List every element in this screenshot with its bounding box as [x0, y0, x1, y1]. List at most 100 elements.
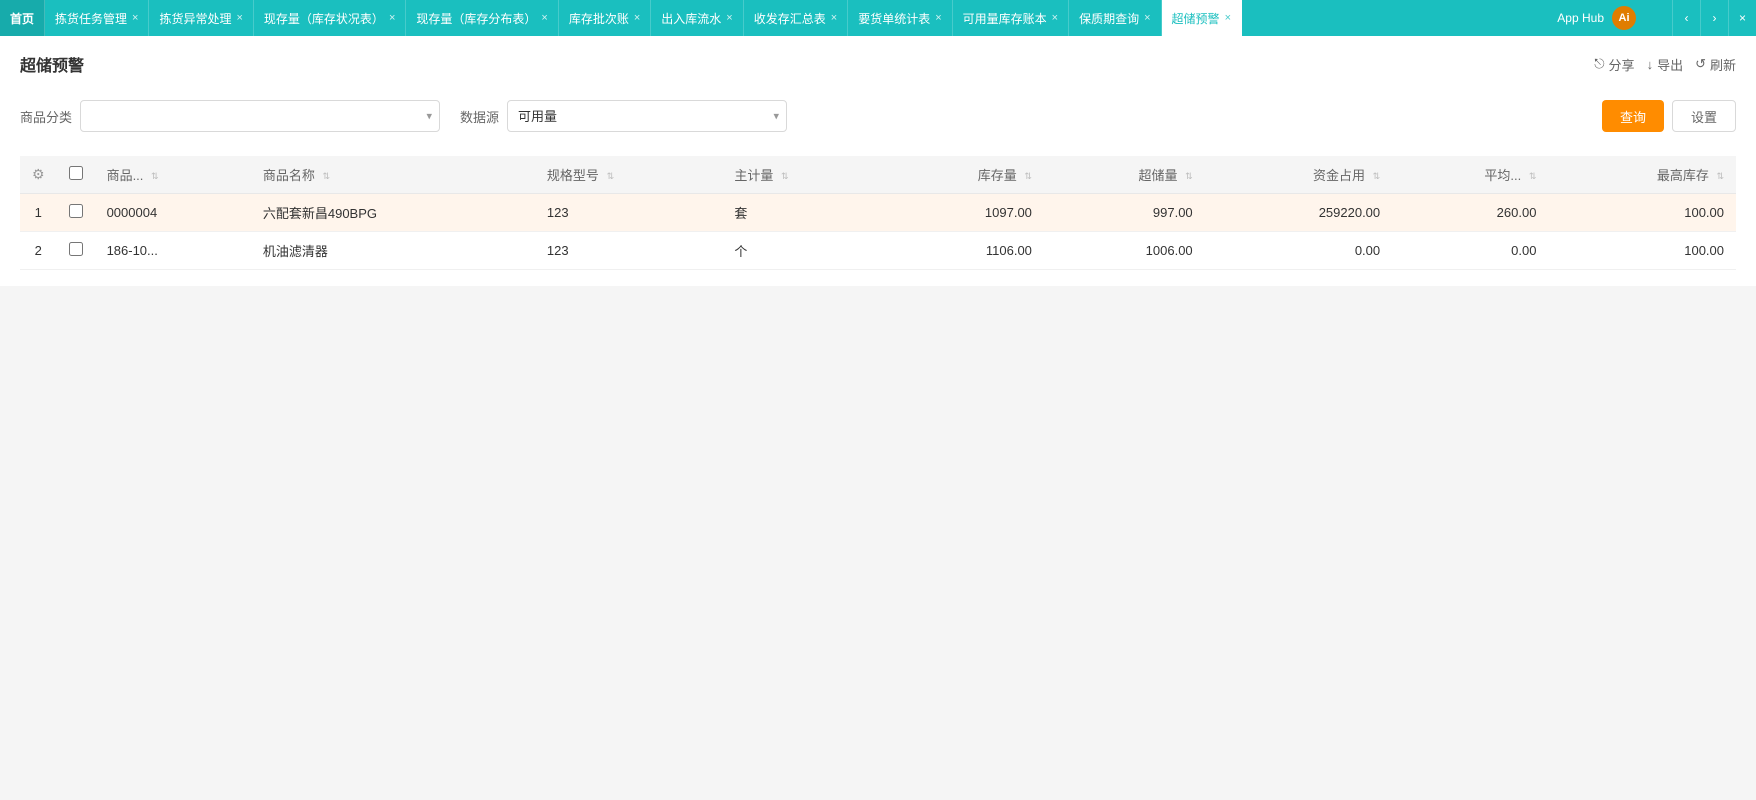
nav-item-picking-task[interactable]: 拣货任务管理 ×	[45, 0, 149, 36]
nav-item-label: 可用量库存账本	[963, 10, 1047, 27]
sort-avg-icon: ⇅	[1529, 172, 1537, 181]
nav-prev-arrow[interactable]: ‹	[1672, 0, 1700, 36]
nav-item-label: 首页	[10, 10, 34, 27]
col-unit[interactable]: 主计量 ⇅	[722, 156, 883, 194]
share-icon: ⎋	[1594, 56, 1604, 72]
table-row: 2 186-10... 机油滤清器 123 个 1106.00 1006.00 …	[20, 232, 1736, 270]
datasource-select[interactable]: 可用量	[507, 100, 787, 132]
nav-arrows: ‹ › ×	[1672, 0, 1756, 36]
row-capital: 259220.00	[1205, 194, 1392, 232]
nav-item-close-icon[interactable]: ×	[726, 12, 732, 24]
row-checkbox-cell	[57, 232, 95, 270]
datasource-select-wrapper: 可用量 ▾	[507, 100, 787, 132]
col-max-stock[interactable]: 最高库存 ⇅	[1548, 156, 1736, 194]
nav-item-label: 现存量（库存分布表）	[416, 10, 536, 27]
col-item-name[interactable]: 商品名称 ⇅	[251, 156, 535, 194]
nav-item-label: 收发存汇总表	[754, 10, 826, 27]
nav-item-inventory-status[interactable]: 现存量（库存状况表） ×	[254, 0, 406, 36]
avatar[interactable]: Ai	[1612, 6, 1636, 30]
nav-item-close-icon[interactable]: ×	[1052, 12, 1058, 24]
nav-item-close-icon[interactable]: ×	[634, 12, 640, 24]
row-item-name: 六配套新昌490BPG	[251, 194, 535, 232]
table-row: 1 0000004 六配套新昌490BPG 123 套 1097.00 997.…	[20, 194, 1736, 232]
refresh-icon: ↺	[1695, 56, 1706, 72]
row-stock: 1106.00	[883, 232, 1044, 270]
nav-item-order-stats[interactable]: 要货单统计表 ×	[848, 0, 952, 36]
nav-item-overstock-warning[interactable]: 超储预警×	[1162, 0, 1242, 36]
nav-item-close-icon[interactable]: ×	[935, 12, 941, 24]
nav-item-close-icon[interactable]: ×	[132, 12, 138, 24]
nav-item-label: 保质期查询	[1079, 10, 1139, 27]
row-unit: 个	[722, 232, 883, 270]
category-select[interactable]	[80, 100, 440, 132]
row-stock: 1097.00	[883, 194, 1044, 232]
nav-next-arrow[interactable]: ›	[1700, 0, 1728, 36]
row-avg: 260.00	[1392, 194, 1548, 232]
nav-item-inventory-dist[interactable]: 现存量（库存分布表） ×	[406, 0, 558, 36]
filter-actions: 查询 设置	[1602, 100, 1736, 132]
nav-item-expiry-query[interactable]: 保质期查询 ×	[1069, 0, 1161, 36]
nav-item-summary-table[interactable]: 收发存汇总表 ×	[744, 0, 848, 36]
row-item-name: 机油滤清器	[251, 232, 535, 270]
header-actions: ⎋ 分享 ↓ 导出 ↺ 刷新	[1594, 55, 1736, 74]
nav-item-label: 拣货任务管理	[55, 10, 127, 27]
category-filter-group: 商品分类 ▾	[20, 100, 440, 132]
sort-overstock-icon: ⇅	[1185, 172, 1193, 181]
nav-item-batch-account[interactable]: 库存批次账 ×	[559, 0, 651, 36]
row-checkbox-cell	[57, 194, 95, 232]
row-checkbox[interactable]	[69, 204, 83, 218]
col-item-code[interactable]: 商品... ⇅	[95, 156, 251, 194]
row-index: 2	[20, 232, 57, 270]
share-action[interactable]: ⎋ 分享	[1594, 55, 1634, 74]
nav-item-label: 现存量（库存状况表）	[264, 10, 384, 27]
row-unit: 套	[722, 194, 883, 232]
select-all-checkbox[interactable]	[69, 166, 83, 180]
row-item-code: 0000004	[95, 194, 251, 232]
nav-item-inout-flow[interactable]: 出入库流水×	[651, 0, 743, 36]
refresh-action[interactable]: ↺ 刷新	[1695, 55, 1736, 74]
nav-item-available-inventory[interactable]: 可用量库存账本 ×	[953, 0, 1069, 36]
col-settings: ⚙	[20, 156, 57, 194]
col-spec[interactable]: 规格型号 ⇅	[535, 156, 722, 194]
col-stock[interactable]: 库存量 ⇅	[883, 156, 1044, 194]
col-avg[interactable]: 平均... ⇅	[1392, 156, 1548, 194]
page-title: 超储预警	[20, 52, 84, 76]
row-checkbox[interactable]	[69, 242, 83, 256]
query-button[interactable]: 查询	[1602, 100, 1664, 132]
sort-spec-icon: ⇅	[607, 172, 615, 181]
app-hub-label: App Hub	[1557, 11, 1604, 25]
nav-close-arrow[interactable]: ×	[1728, 0, 1756, 36]
nav-item-close-icon[interactable]: ×	[389, 12, 395, 24]
nav-item-label: 库存批次账	[569, 10, 629, 27]
col-overstock[interactable]: 超储量 ⇅	[1044, 156, 1205, 194]
table-header: ⚙ 商品... ⇅ 商品名称 ⇅ 规格型号 ⇅ 主计量	[20, 156, 1736, 194]
export-icon: ↓	[1647, 57, 1654, 72]
sort-item-name-icon: ⇅	[323, 172, 331, 181]
nav-item-picking-exception[interactable]: 拣货异常处理×	[149, 0, 253, 36]
nav-item-close-icon[interactable]: ×	[1144, 12, 1150, 24]
sort-capital-icon: ⇅	[1373, 172, 1381, 181]
row-index: 1	[20, 194, 57, 232]
table-header-row: ⚙ 商品... ⇅ 商品名称 ⇅ 规格型号 ⇅ 主计量	[20, 156, 1736, 194]
settings-button[interactable]: 设置	[1672, 100, 1736, 132]
row-item-code: 186-10...	[95, 232, 251, 270]
nav-item-close-icon[interactable]: ×	[1225, 12, 1231, 24]
table-settings-icon[interactable]: ⚙	[32, 166, 45, 182]
row-capital: 0.00	[1205, 232, 1392, 270]
filter-row: 商品分类 ▾ 数据源 可用量 ▾ 查询 设置	[20, 90, 1736, 142]
datasource-filter-group: 数据源 可用量 ▾	[460, 100, 787, 132]
top-navigation: 首页拣货任务管理×拣货异常处理×现存量（库存状况表）×现存量（库存分布表）×库存…	[0, 0, 1756, 36]
row-overstock: 997.00	[1044, 194, 1205, 232]
nav-item-label: 要货单统计表	[858, 10, 930, 27]
export-action[interactable]: ↓ 导出	[1647, 55, 1684, 74]
row-spec: 123	[535, 232, 722, 270]
data-table: ⚙ 商品... ⇅ 商品名称 ⇅ 规格型号 ⇅ 主计量	[20, 156, 1736, 270]
nav-item-home[interactable]: 首页	[0, 0, 45, 36]
nav-item-close-icon[interactable]: ×	[541, 12, 547, 24]
category-select-wrapper: ▾	[80, 100, 440, 132]
col-checkbox	[57, 156, 95, 194]
sort-stock-icon: ⇅	[1024, 172, 1032, 181]
nav-item-close-icon[interactable]: ×	[831, 12, 837, 24]
col-capital[interactable]: 资金占用 ⇅	[1205, 156, 1392, 194]
nav-item-close-icon[interactable]: ×	[236, 12, 242, 24]
